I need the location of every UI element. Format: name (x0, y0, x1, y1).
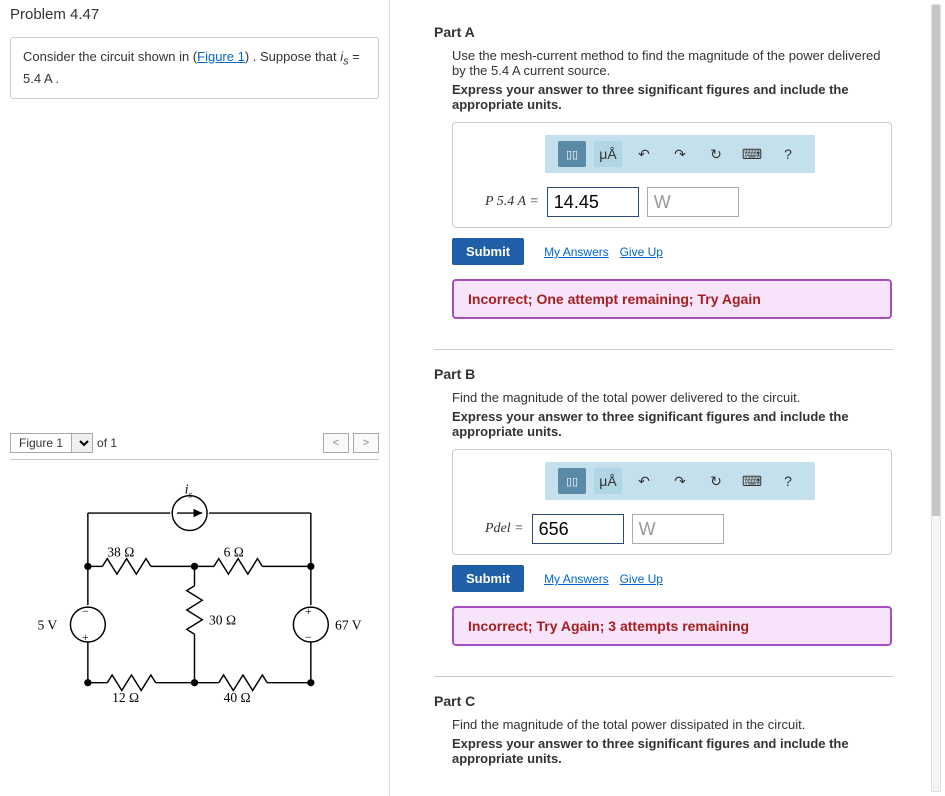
circuit-figure: is 38 Ω 6 Ω 30 Ω 12 Ω 40 Ω 5 V 67 V − + … (10, 459, 379, 753)
part-a-title: Part A (434, 24, 893, 40)
answer-box-b: ▯▯ μÅ ↶ ↷ ↻ ⌨ ? Pdel = (452, 449, 892, 555)
part-b-instruction: Find the magnitude of the total power de… (452, 390, 893, 405)
r12: 12 Ω (112, 690, 139, 705)
unit-input-b[interactable] (632, 514, 724, 544)
keyboard-icon[interactable]: ⌨ (738, 141, 766, 167)
svg-text:−: − (82, 605, 89, 618)
help-icon[interactable]: ? (774, 141, 802, 167)
reset-icon[interactable]: ↻ (702, 141, 730, 167)
template-icon[interactable]: ▯▯ (558, 468, 586, 494)
part-c-title: Part C (434, 693, 893, 709)
scrollbar-thumb[interactable] (932, 5, 940, 516)
text: Consider the circuit shown in ( (23, 49, 197, 64)
template-icon[interactable]: ▯▯ (558, 141, 586, 167)
units-icon[interactable]: μÅ (594, 468, 622, 494)
part-a-bold: Express your answer to three significant… (452, 82, 893, 112)
give-up-link-b[interactable]: Give Up (620, 572, 663, 586)
answer-input-a[interactable] (547, 187, 639, 217)
next-figure-button[interactable]: > (353, 433, 379, 453)
my-answers-link-b[interactable]: My Answers (544, 572, 609, 586)
part-a-instruction: Use the mesh-current method to find the … (452, 48, 893, 78)
toolbar-a: ▯▯ μÅ ↶ ↷ ↻ ⌨ ? (545, 135, 815, 173)
figure-tab[interactable]: Figure 1 (10, 433, 72, 453)
r30: 30 Ω (209, 612, 236, 627)
text: ) . Suppose that (245, 49, 340, 64)
problem-number: Problem 4.47 (0, 0, 389, 29)
undo-icon[interactable]: ↶ (630, 141, 658, 167)
submit-button-a[interactable]: Submit (452, 238, 524, 265)
submit-button-b[interactable]: Submit (452, 565, 524, 592)
svg-text:+: + (305, 605, 312, 618)
units-icon[interactable]: μÅ (594, 141, 622, 167)
figure-select[interactable] (71, 433, 93, 453)
reset-icon[interactable]: ↻ (702, 468, 730, 494)
keyboard-icon[interactable]: ⌨ (738, 468, 766, 494)
var-label-a: P 5.4 A = (485, 194, 539, 210)
answer-box-a: ▯▯ μÅ ↶ ↷ ↻ ⌨ ? P 5.4 A = (452, 122, 892, 228)
problem-statement: Consider the circuit shown in (Figure 1)… (10, 37, 379, 99)
r38: 38 Ω (107, 545, 134, 560)
give-up-link-a[interactable]: Give Up (620, 245, 663, 259)
svg-text:−: − (305, 631, 312, 644)
part-b-title: Part B (434, 366, 893, 382)
redo-icon[interactable]: ↷ (666, 141, 694, 167)
r40: 40 Ω (224, 690, 251, 705)
undo-icon[interactable]: ↶ (630, 468, 658, 494)
part-c-instruction: Find the magnitude of the total power di… (452, 717, 893, 732)
part-c-bold: Express your answer to three significant… (452, 736, 893, 766)
feedback-b: Incorrect; Try Again; 3 attempts remaini… (452, 606, 892, 646)
svg-text:+: + (82, 631, 89, 644)
figure-link[interactable]: Figure 1 (197, 49, 245, 64)
is-label: is (185, 482, 193, 501)
r6: 6 Ω (224, 545, 244, 560)
prev-figure-button[interactable]: < (323, 433, 349, 453)
figure-count: of 1 (97, 436, 117, 450)
answer-input-b[interactable] (532, 514, 624, 544)
scrollbar-track[interactable] (931, 4, 941, 792)
help-icon[interactable]: ? (774, 468, 802, 494)
var-label-b: Pdel = (485, 521, 524, 537)
unit-input-a[interactable] (647, 187, 739, 217)
part-b-bold: Express your answer to three significant… (452, 409, 893, 439)
v5: 5 V (37, 617, 57, 632)
v67: 67 V (335, 617, 362, 632)
figure-header: Figure 1 of 1 < > (10, 103, 379, 453)
toolbar-b: ▯▯ μÅ ↶ ↷ ↻ ⌨ ? (545, 462, 815, 500)
feedback-a: Incorrect; One attempt remaining; Try Ag… (452, 279, 892, 319)
redo-icon[interactable]: ↷ (666, 468, 694, 494)
my-answers-link-a[interactable]: My Answers (544, 245, 609, 259)
